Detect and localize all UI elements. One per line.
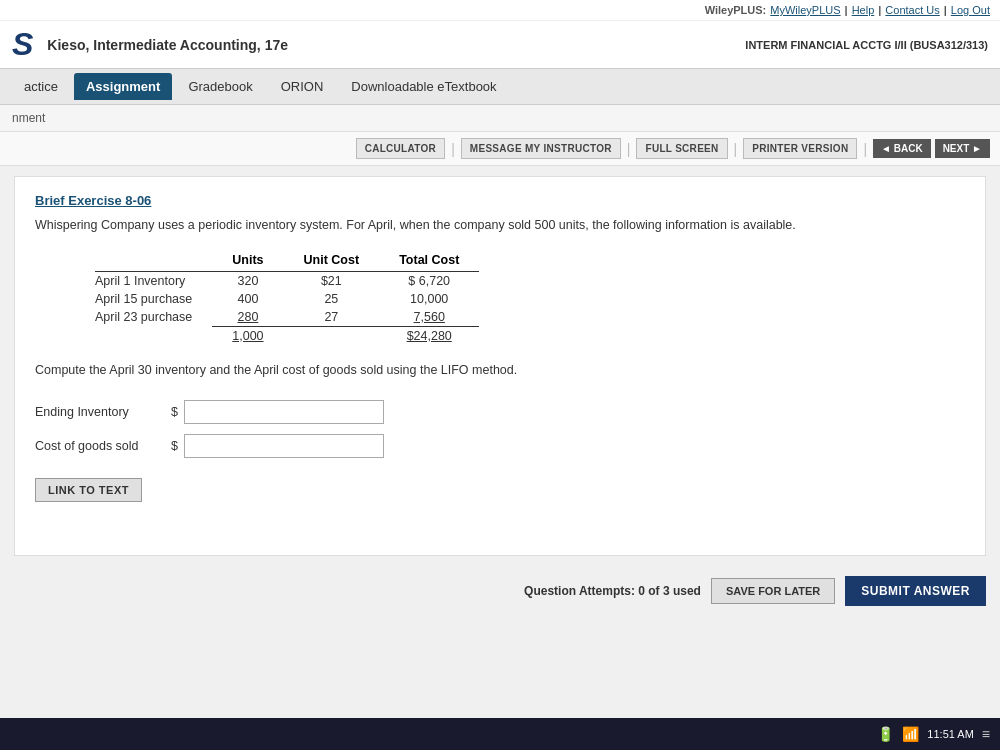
col-header-unit-cost: Unit Cost <box>284 251 380 272</box>
back-button[interactable]: ◄ BACK <box>873 139 931 158</box>
ending-inventory-label: Ending Inventory <box>35 405 165 419</box>
exercise-title: Brief Exercise 8-06 <box>35 193 965 208</box>
row-label-3: April 23 purchase <box>95 308 212 327</box>
calculator-button[interactable]: CALCULATOR <box>356 138 446 159</box>
row-units-1: 320 <box>212 271 283 290</box>
ending-inventory-input[interactable] <box>184 400 384 424</box>
header: S Kieso, Intermediate Accounting, 17e IN… <box>0 21 1000 69</box>
help-link[interactable]: Help <box>852 4 875 16</box>
total-units: 1,000 <box>212 326 283 345</box>
site-logo: S <box>12 26 33 63</box>
table-row: April 23 purchase 280 27 7,560 <box>95 308 479 327</box>
link-to-text-button[interactable]: LINK TO TEXT <box>35 478 142 502</box>
ending-inventory-row: Ending Inventory $ <box>35 400 965 424</box>
taskbar: 🔋 📶 11:51 AM ≡ <box>0 718 1000 750</box>
cogs-row: Cost of goods sold $ <box>35 434 965 458</box>
nav-item-practice[interactable]: actice <box>12 73 70 100</box>
exercise-description: Whispering Company uses a periodic inven… <box>35 216 965 235</box>
save-for-later-button[interactable]: SAVE FOR LATER <box>711 578 835 604</box>
toolbar: CALCULATOR | MESSAGE MY INSTRUCTOR | FUL… <box>0 132 1000 166</box>
my-wiley-link[interactable]: MyWileyPLUS <box>770 4 840 16</box>
printer-version-button[interactable]: PRINTER VERSION <box>743 138 857 159</box>
nav-bar: actice Assignment Gradebook ORION Downlo… <box>0 69 1000 105</box>
table-row: April 15 purchase 400 25 10,000 <box>95 290 479 308</box>
input-section: Ending Inventory $ Cost of goods sold $ <box>35 400 965 458</box>
course-title: INTERM FINANCIAL ACCTG I/II (BUSA312/313… <box>745 39 988 51</box>
action-bar: Question Attempts: 0 of 3 used SAVE FOR … <box>0 566 1000 616</box>
nav-item-assignment[interactable]: Assignment <box>74 73 172 100</box>
message-instructor-button[interactable]: MESSAGE MY INSTRUCTOR <box>461 138 621 159</box>
full-screen-button[interactable]: FULL SCREEN <box>636 138 727 159</box>
row-label-2: April 15 purchase <box>95 290 212 308</box>
logout-link[interactable]: Log Out <box>951 4 990 16</box>
cogs-label: Cost of goods sold <box>35 439 165 453</box>
col-header-label <box>95 251 212 272</box>
row-total-cost-3: 7,560 <box>379 308 479 327</box>
total-cost: $24,280 <box>379 326 479 345</box>
attempts-text: Question Attempts: 0 of 3 used <box>524 584 701 598</box>
col-header-total-cost: Total Cost <box>379 251 479 272</box>
row-unit-cost-1: $21 <box>284 271 380 290</box>
row-unit-cost-2: 25 <box>284 290 380 308</box>
taskbar-time: 11:51 AM <box>927 728 973 740</box>
wiley-top-nav: WileyPLUS: MyWileyPLUS | Help | Contact … <box>0 0 1000 21</box>
row-unit-cost-3: 27 <box>284 308 380 327</box>
next-button[interactable]: NEXT ► <box>935 139 990 158</box>
inventory-table: Units Unit Cost Total Cost April 1 Inven… <box>95 251 965 345</box>
table-row: April 1 Inventory 320 $21 $ 6,720 <box>95 271 479 290</box>
main-content: Brief Exercise 8-06 Whispering Company u… <box>14 176 986 556</box>
row-total-cost-1: $ 6,720 <box>379 271 479 290</box>
table-total-row: 1,000 $24,280 <box>95 326 479 345</box>
wifi-icon: 📶 <box>902 726 919 742</box>
nav-item-gradebook[interactable]: Gradebook <box>176 73 264 100</box>
battery-icon: 🔋 <box>877 726 894 742</box>
cogs-input[interactable] <box>184 434 384 458</box>
breadcrumb: nment <box>0 105 1000 132</box>
book-title: Kieso, Intermediate Accounting, 17e <box>47 37 288 53</box>
header-left: S Kieso, Intermediate Accounting, 17e <box>12 26 288 63</box>
row-label-1: April 1 Inventory <box>95 271 212 290</box>
contact-link[interactable]: Contact Us <box>885 4 939 16</box>
nav-item-etextbook[interactable]: Downloadable eTextbook <box>339 73 508 100</box>
submit-answer-button[interactable]: SUBMIT ANSWER <box>845 576 986 606</box>
col-header-units: Units <box>212 251 283 272</box>
row-total-cost-2: 10,000 <box>379 290 479 308</box>
row-units-3: 280 <box>212 308 283 327</box>
nav-item-orion[interactable]: ORION <box>269 73 336 100</box>
compute-instructions: Compute the April 30 inventory and the A… <box>35 361 965 380</box>
taskbar-menu-icon[interactable]: ≡ <box>982 726 990 742</box>
wiley-brand: WileyPLUS: <box>705 4 767 16</box>
row-units-2: 400 <box>212 290 283 308</box>
